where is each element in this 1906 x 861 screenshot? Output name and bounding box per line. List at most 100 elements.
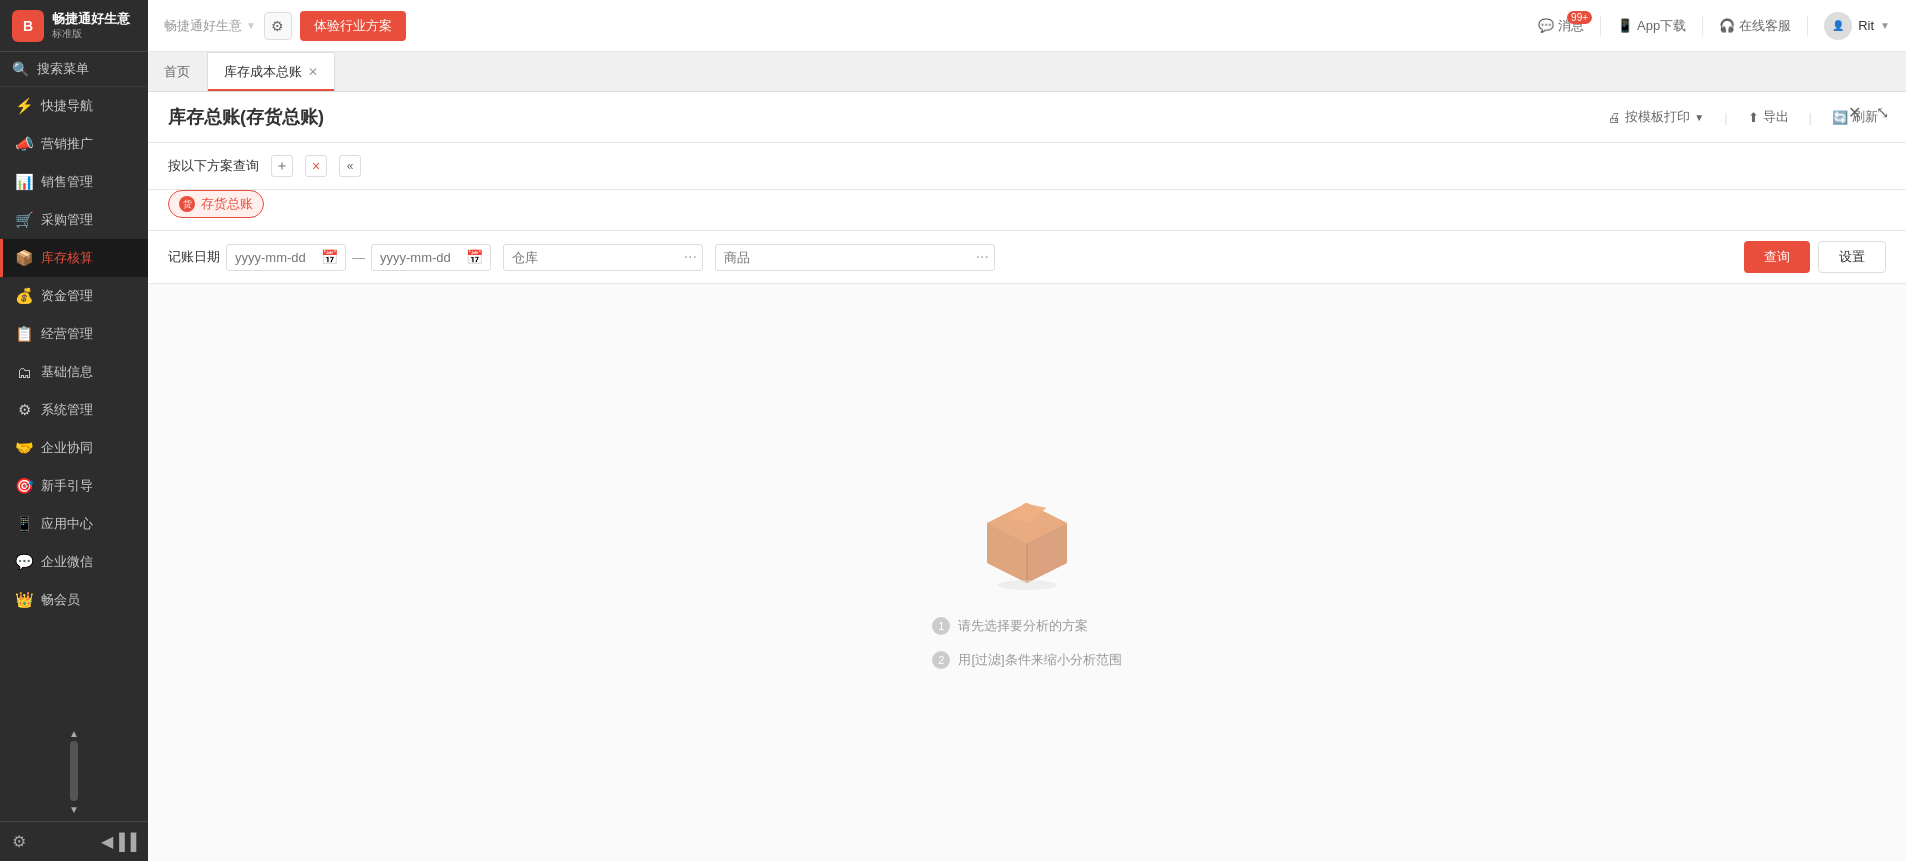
avatar: 👤 (1824, 12, 1852, 40)
newbie-icon: 🎯 (15, 477, 33, 495)
finance-icon: 💰 (15, 287, 33, 305)
sidebar-scrollbar: ▲ ▼ (0, 721, 148, 821)
topbar-divider-3 (1807, 16, 1808, 36)
svg-point-7 (997, 580, 1057, 590)
user-area[interactable]: 👤 Rit ▼ (1824, 12, 1890, 40)
sidebar-footer: ⚙ ◀▐▐ (0, 821, 148, 861)
quick-nav-icon: ⚡ (15, 97, 33, 115)
tip-item-2: 2 用[过滤]条件来缩小分析范围 (932, 647, 1121, 673)
main-area: 畅捷通好生意 ▼ ⚙ 体验行业方案 💬 消息 99+ 📱 App下载 🎧 在 (148, 0, 1906, 861)
scroll-down-btn[interactable]: ▼ (66, 801, 82, 817)
logo-area: B 畅捷通好生意 标准版 (0, 0, 148, 52)
tip-num-2: 2 (932, 651, 950, 669)
goods-wrapper: ··· (715, 244, 995, 271)
enterprise-icon: 🤝 (15, 439, 33, 457)
search-icon: 🔍 (12, 61, 29, 77)
sidebar-item-system[interactable]: ⚙ 系统管理 (0, 391, 148, 429)
app-center-icon: 📱 (15, 515, 33, 533)
settings-footer-icon[interactable]: ⚙ (12, 832, 26, 851)
system-icon: ⚙ (15, 401, 33, 419)
close-panel-btn[interactable]: ✕ (1842, 100, 1866, 124)
app-download-btn[interactable]: 📱 App下载 (1617, 17, 1686, 35)
tabs-bar: 首页 库存成本总账 ✕ (148, 52, 1906, 92)
settings-button[interactable]: 设置 (1818, 241, 1886, 273)
sidebar-item-enterprise[interactable]: 🤝 企业协同 (0, 429, 148, 467)
page-header: 库存总账(存货总账) 🖨 按模板打印 ▼ | ⬆ 导出 | 🔄 刷新 (148, 92, 1906, 143)
user-dropdown-icon: ▼ (1880, 20, 1890, 31)
filter-area: 按以下方案查询 ＋ × « (148, 143, 1906, 190)
date-start-input[interactable] (226, 244, 346, 271)
filter-collapse-btn[interactable]: « (339, 155, 361, 177)
filter-add-btn[interactable]: ＋ (271, 155, 293, 177)
sidebar-item-sales[interactable]: 📊 销售管理 (0, 163, 148, 201)
breadcrumb: 畅捷通好生意 ▼ (164, 17, 256, 35)
online-support-btn[interactable]: 🎧 在线客服 (1719, 17, 1791, 35)
member-icon: 👑 (15, 591, 33, 609)
breadcrumb-text: 畅捷通好生意 (164, 17, 242, 35)
export-btn[interactable]: ⬆ 导出 (1740, 104, 1797, 130)
filter-close-btn[interactable]: × (305, 155, 327, 177)
date-separator: — (352, 250, 365, 265)
scheme-section: 货 存货总账 (148, 190, 1906, 231)
message-badge: 99+ (1567, 11, 1592, 24)
sidebar-item-app-center[interactable]: 📱 应用中心 (0, 505, 148, 543)
sidebar-item-corp-wechat[interactable]: 💬 企业微信 (0, 543, 148, 581)
tab-home[interactable]: 首页 (148, 52, 207, 91)
empty-state: 1 请先选择要分析的方案 2 用[过滤]条件来缩小分析范围 (148, 284, 1906, 861)
message-icon: 💬 (1538, 18, 1554, 33)
sidebar-item-purchase[interactable]: 🛒 采购管理 (0, 201, 148, 239)
expand-panel-btn[interactable]: ⤡ (1870, 100, 1894, 124)
industry-btn[interactable]: 体验行业方案 (300, 11, 406, 41)
tip-num-1: 1 (932, 617, 950, 635)
sidebar-item-newbie[interactable]: 🎯 新手引导 (0, 467, 148, 505)
user-name: Rit (1858, 18, 1874, 33)
logo-text: 畅捷通好生意 标准版 (52, 11, 130, 41)
corp-wechat-icon: 💬 (15, 553, 33, 571)
scroll-up-btn[interactable]: ▲ (66, 725, 82, 741)
sidebar-item-operations[interactable]: 📋 经营管理 (0, 315, 148, 353)
tab-close-btn[interactable]: ✕ (308, 65, 318, 79)
scheme-item-icon: 货 (179, 196, 195, 212)
search-menu[interactable]: 🔍 搜索菜单 (0, 52, 148, 87)
date-end-input[interactable] (371, 244, 491, 271)
scheme-item-inventory-ledger[interactable]: 货 存货总账 (168, 190, 264, 218)
header-sep-2: | (1809, 110, 1812, 125)
message-btn[interactable]: 💬 消息 99+ (1538, 17, 1584, 35)
empty-tips: 1 请先选择要分析的方案 2 用[过滤]条件来缩小分析范围 (932, 613, 1121, 673)
filter-row: 记账日期 📅 — 📅 ··· ··· 查询 (148, 231, 1906, 284)
page-title: 库存总账(存货总账) (168, 105, 324, 129)
sidebar-item-inventory[interactable]: 📦 库存核算 (0, 239, 148, 277)
topbar-settings-button[interactable]: ⚙ (264, 12, 292, 40)
print-dropdown-icon: ▼ (1694, 112, 1704, 123)
sidebar-item-finance[interactable]: 💰 资金管理 (0, 277, 148, 315)
inventory-icon: 📦 (15, 249, 33, 267)
operations-icon: 📋 (15, 325, 33, 343)
topbar-left: 畅捷通好生意 ▼ ⚙ 体验行业方案 (164, 11, 406, 41)
topbar-divider-2 (1702, 16, 1703, 36)
sidebar-item-quick-nav[interactable]: ⚡ 快捷导航 (0, 87, 148, 125)
sidebar-item-member[interactable]: 👑 畅会员 (0, 581, 148, 619)
warehouse-input[interactable] (503, 244, 703, 271)
sidebar-nav: ⚡ 快捷导航 📣 营销推广 📊 销售管理 🛒 采购管理 📦 库存核算 💰 资金管… (0, 87, 148, 721)
right-panel-controls: ✕ ⤡ (1830, 92, 1906, 132)
date-field-label: 记账日期 (168, 248, 220, 266)
goods-input[interactable] (715, 244, 995, 271)
logo-icon: B (12, 10, 44, 42)
content-area: 库存总账(存货总账) 🖨 按模板打印 ▼ | ⬆ 导出 | 🔄 刷新 (148, 92, 1906, 861)
print-template-btn[interactable]: 🖨 按模板打印 ▼ (1600, 104, 1712, 130)
filter-label: 按以下方案查询 (168, 157, 259, 175)
date-filter-field: 记账日期 📅 — 📅 (168, 244, 491, 271)
tip-item-1: 1 请先选择要分析的方案 (932, 613, 1121, 639)
svg-point-5 (1038, 527, 1046, 535)
search-button[interactable]: 查询 (1744, 241, 1810, 273)
scroll-track[interactable] (70, 741, 78, 801)
warehouse-wrapper: ··· (503, 244, 703, 271)
sound-footer-icon[interactable]: ◀▐▐ (101, 832, 136, 851)
empty-illustration (967, 473, 1087, 593)
sidebar-item-basic[interactable]: 🗂 基础信息 (0, 353, 148, 391)
sidebar-item-marketing[interactable]: 📣 营销推广 (0, 125, 148, 163)
topbar: 畅捷通好生意 ▼ ⚙ 体验行业方案 💬 消息 99+ 📱 App下载 🎧 在 (148, 0, 1906, 52)
purchase-icon: 🛒 (15, 211, 33, 229)
tab-inventory-ledger[interactable]: 库存成本总账 ✕ (207, 52, 335, 91)
date-start-wrapper: 📅 (226, 244, 346, 271)
